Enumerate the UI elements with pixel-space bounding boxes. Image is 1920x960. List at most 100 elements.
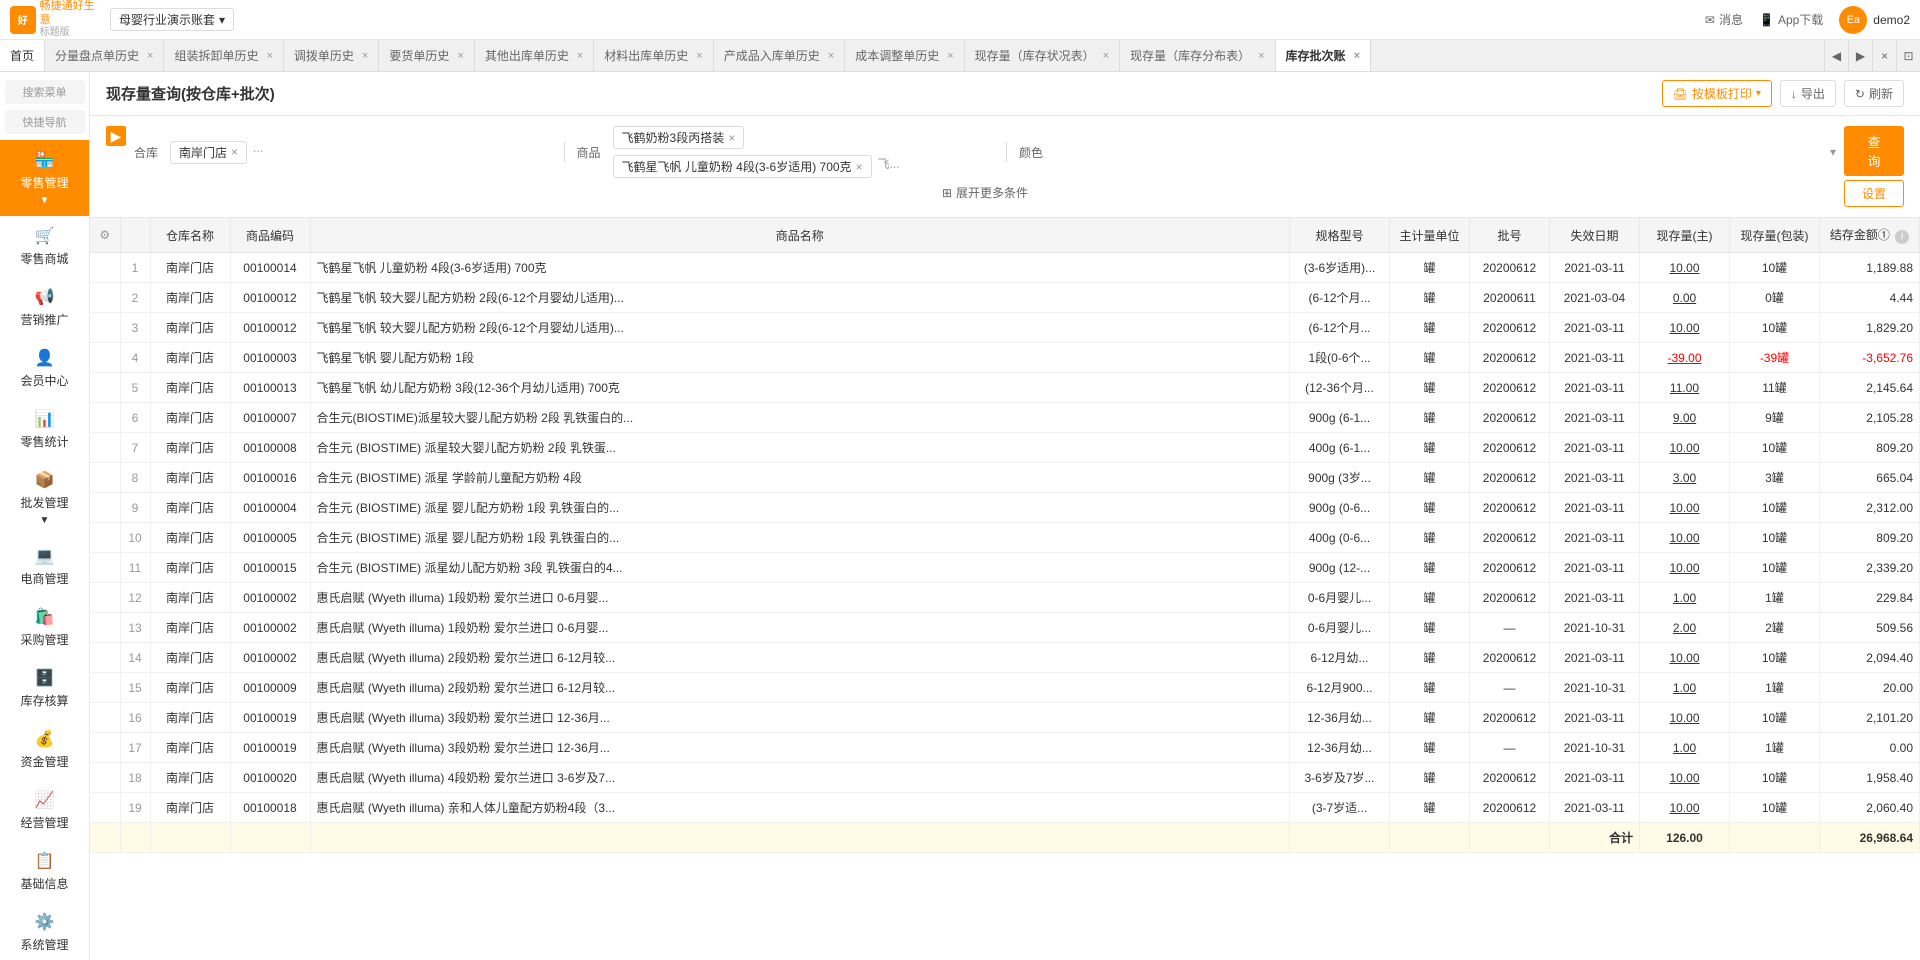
tab-2[interactable]: 组装拆卸单历史 × bbox=[164, 40, 283, 72]
tab-close-9[interactable]: × bbox=[1103, 50, 1109, 62]
row-stock-main[interactable]: 1.00 bbox=[1640, 583, 1730, 613]
tab-close-7[interactable]: × bbox=[828, 50, 834, 62]
warehouse-more-dots[interactable]: ... bbox=[253, 141, 263, 164]
row-index: 9 bbox=[120, 493, 150, 523]
page-title: 现存量查询(按仓库+批次) bbox=[106, 83, 275, 104]
row-stock-main[interactable]: 10.00 bbox=[1640, 313, 1730, 343]
refresh-button[interactable]: ↻ 刷新 bbox=[1844, 80, 1904, 107]
sidebar-item-retail-stats[interactable]: 📊 零售统计 bbox=[0, 399, 90, 460]
expand-conditions-button[interactable]: ⊞ 展开更多条件 bbox=[942, 184, 1028, 201]
tab-6[interactable]: 材料出库单历史 × bbox=[594, 40, 713, 72]
tab-1[interactable]: 分量盘点单历史 × bbox=[45, 40, 164, 72]
tab-10[interactable]: 现存量（库存分布表） × bbox=[1120, 40, 1275, 72]
row-stock-main[interactable]: 11.00 bbox=[1640, 373, 1730, 403]
tab-next-button[interactable]: ▶ bbox=[1848, 40, 1872, 72]
tab-home[interactable]: 首页 bbox=[0, 40, 45, 72]
tab-7[interactable]: 产成品入库单历史 × bbox=[714, 40, 845, 72]
tab-close-1[interactable]: × bbox=[147, 50, 153, 62]
system-icon: ⚙️ bbox=[35, 912, 55, 932]
tab-close-11[interactable]: × bbox=[1354, 50, 1360, 62]
tab-close-3[interactable]: × bbox=[362, 50, 368, 62]
row-stock-main[interactable]: 10.00 bbox=[1640, 433, 1730, 463]
sidebar-search[interactable]: 搜索菜单 bbox=[5, 80, 85, 104]
query-button[interactable]: 查询 bbox=[1844, 126, 1904, 176]
product-tag-1[interactable]: 飞鹤星飞帆 儿童奶粉 4段(3-6岁适用) 700克 × bbox=[613, 155, 872, 178]
row-spec: 900g (3岁... bbox=[1290, 463, 1390, 493]
warehouse-tag-0[interactable]: 南岸门店 × bbox=[170, 141, 247, 164]
row-settings bbox=[90, 343, 120, 373]
sidebar-item-basic[interactable]: 📋 基础信息 bbox=[0, 841, 90, 902]
sidebar-item-ecommerce[interactable]: 💻 电商管理 bbox=[0, 536, 90, 597]
row-stock-main[interactable]: 0.00 bbox=[1640, 283, 1730, 313]
expand-filter-button[interactable]: ▶ bbox=[106, 126, 126, 146]
sidebar-item-retail[interactable]: 🏪 零售管理 ▼ bbox=[0, 140, 90, 216]
tab-close-4[interactable]: × bbox=[457, 50, 463, 62]
tab-3[interactable]: 调拨单历史 × bbox=[284, 40, 379, 72]
tab-prev-button[interactable]: ◀ bbox=[1824, 40, 1848, 72]
row-name: 飞鹤星飞帆 较大婴儿配方奶粉 2段(6-12个月婴幼儿适用)... bbox=[310, 283, 1290, 313]
tab-close-5[interactable]: × bbox=[577, 50, 583, 62]
remove-product-tag-1-icon[interactable]: × bbox=[856, 160, 863, 174]
sidebar-item-inventory[interactable]: 🗄️ 库存核算 bbox=[0, 658, 90, 719]
product-more-dots[interactable]: 飞... bbox=[878, 155, 900, 178]
row-stock-main[interactable]: 1.00 bbox=[1640, 673, 1730, 703]
print-button[interactable]: 🖨 按模板打印 ▾ bbox=[1662, 80, 1772, 107]
sidebar-item-mall[interactable]: 🛒 零售商城 bbox=[0, 216, 90, 277]
sidebar-item-marketing[interactable]: 📢 营销推广 bbox=[0, 277, 90, 338]
row-name: 惠氏启赋 (Wyeth illuma) 4段奶粉 爱尔兰进口 3-6岁及7... bbox=[310, 763, 1290, 793]
row-balance: 2,060.40 bbox=[1820, 793, 1920, 823]
row-batch: — bbox=[1470, 673, 1550, 703]
breadcrumb-select[interactable]: 母婴行业演示账套 ▾ bbox=[110, 8, 234, 31]
row-stock-main[interactable]: 10.00 bbox=[1640, 763, 1730, 793]
tab-menu-button[interactable]: ⊡ bbox=[1896, 40, 1920, 72]
row-stock-main[interactable]: 10.00 bbox=[1640, 253, 1730, 283]
tab-5[interactable]: 其他出库单历史 × bbox=[475, 40, 594, 72]
tab-9[interactable]: 现存量（库存状况表） × bbox=[965, 40, 1120, 72]
tab-4[interactable]: 要货单历史 × bbox=[379, 40, 474, 72]
app-download-button[interactable]: 📱 App下载 bbox=[1759, 11, 1823, 28]
tab-8[interactable]: 成本调整单历史 × bbox=[845, 40, 964, 72]
ecommerce-icon: 💻 bbox=[35, 546, 55, 566]
row-stock-main[interactable]: -39.00 bbox=[1640, 343, 1730, 373]
tab-close-2[interactable]: × bbox=[266, 50, 272, 62]
row-stock-main[interactable]: 10.00 bbox=[1640, 643, 1730, 673]
export-button[interactable]: ↓ 导出 bbox=[1780, 80, 1836, 107]
sidebar-item-system[interactable]: ⚙️ 系统管理 bbox=[0, 902, 90, 960]
row-stock-main[interactable]: 10.00 bbox=[1640, 793, 1730, 823]
table-settings-icon[interactable]: ⚙ bbox=[99, 228, 110, 242]
table-row: 15 南岸门店 00100009 惠氏启赋 (Wyeth illuma) 2段奶… bbox=[90, 673, 1920, 703]
retail-icon: 🏪 bbox=[35, 150, 55, 170]
row-stock-main[interactable]: 10.00 bbox=[1640, 553, 1730, 583]
row-stock-main[interactable]: 10.00 bbox=[1640, 523, 1730, 553]
row-stock-main[interactable]: 1.00 bbox=[1640, 733, 1730, 763]
settings-button[interactable]: 设置 bbox=[1844, 180, 1904, 207]
sidebar-item-wholesale[interactable]: 📦 批发管理 ▼ bbox=[0, 460, 90, 536]
row-stock-main[interactable]: 3.00 bbox=[1640, 463, 1730, 493]
messages-button[interactable]: ✉ 消息 bbox=[1705, 11, 1743, 28]
tab-close-8[interactable]: × bbox=[947, 50, 953, 62]
row-stock-main[interactable]: 10.00 bbox=[1640, 493, 1730, 523]
tab-close-6[interactable]: × bbox=[696, 50, 702, 62]
row-stock-main[interactable]: 2.00 bbox=[1640, 613, 1730, 643]
sidebar-item-finance[interactable]: 💰 资金管理 bbox=[0, 719, 90, 780]
row-stock-main[interactable]: 10.00 bbox=[1640, 703, 1730, 733]
sidebar-quick-nav[interactable]: 快捷导航 bbox=[5, 110, 85, 134]
balance-info-icon[interactable]: i bbox=[1895, 230, 1909, 244]
sidebar-item-member[interactable]: 👤 会员中心 bbox=[0, 338, 90, 399]
tab-close-all-button[interactable]: × bbox=[1872, 40, 1896, 72]
user-info[interactable]: Ea demo2 bbox=[1839, 6, 1910, 34]
row-expiry: 2021-03-11 bbox=[1550, 313, 1640, 343]
remove-product-tag-0-icon[interactable]: × bbox=[728, 131, 735, 145]
sidebar-item-purchase[interactable]: 🛍️ 采购管理 bbox=[0, 597, 90, 658]
row-code: 00100012 bbox=[230, 283, 310, 313]
row-balance: 229.84 bbox=[1820, 583, 1920, 613]
product-tag-0[interactable]: 飞鹤奶粉3段丙搭装 × bbox=[613, 126, 745, 149]
row-batch: 20200612 bbox=[1470, 553, 1550, 583]
row-stock-main[interactable]: 9.00 bbox=[1640, 403, 1730, 433]
sidebar-item-operations[interactable]: 📈 经营管理 bbox=[0, 780, 90, 841]
row-index: 1 bbox=[120, 253, 150, 283]
tab-close-10[interactable]: × bbox=[1258, 50, 1264, 62]
tab-11[interactable]: 库存批次账 × bbox=[1276, 40, 1371, 72]
remove-warehouse-tag-icon[interactable]: × bbox=[231, 145, 238, 159]
color-dropdown-icon[interactable]: ▾ bbox=[1830, 145, 1836, 159]
